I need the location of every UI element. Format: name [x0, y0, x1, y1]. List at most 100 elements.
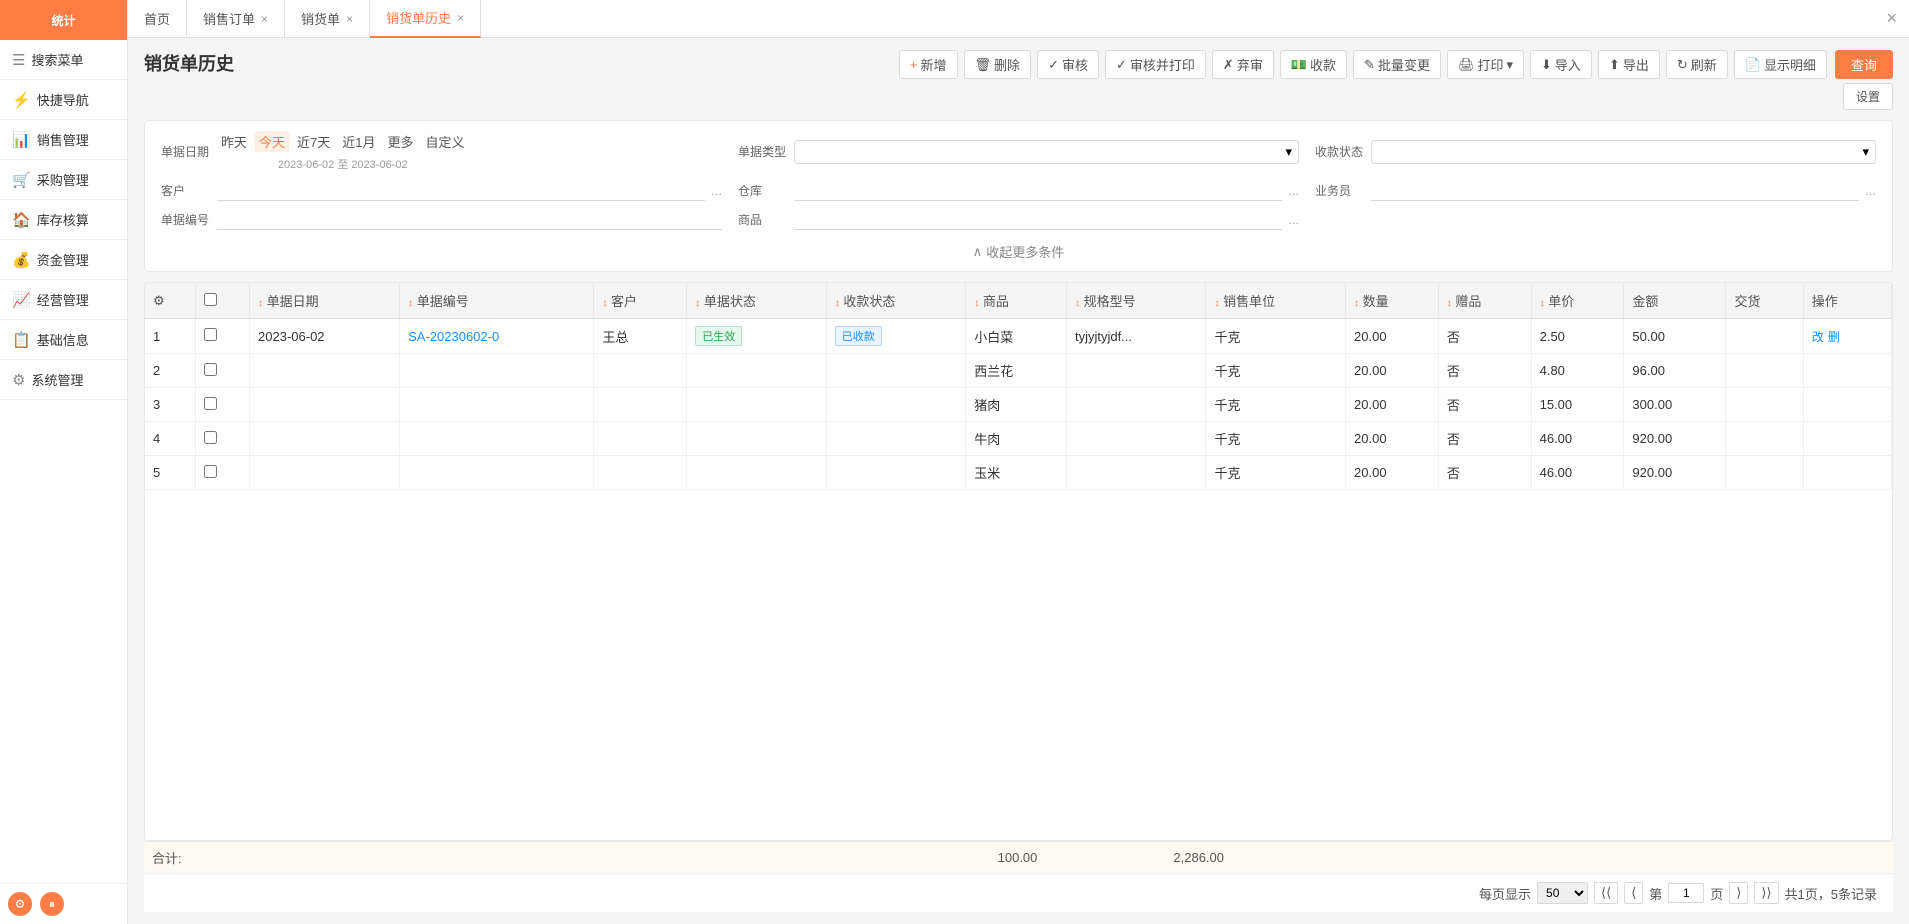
- row-qty: 20.00: [1346, 354, 1439, 388]
- review-print-button[interactable]: ✓ 审核并打印: [1105, 50, 1206, 79]
- sidebar-item-operations[interactable]: 📈 经营管理: [0, 280, 127, 320]
- col-settings[interactable]: ⚙: [145, 283, 196, 319]
- filter-order-no: 单据编号: [161, 209, 722, 230]
- date-tab-custom[interactable]: 自定义: [422, 131, 469, 152]
- col-goods[interactable]: ↕ 商品: [966, 283, 1067, 319]
- row-order-no[interactable]: SA-20230602-0: [400, 319, 594, 354]
- select-all-checkbox[interactable]: [204, 293, 217, 306]
- row-check[interactable]: [196, 319, 250, 354]
- col-spec[interactable]: ↕ 规格型号: [1066, 283, 1206, 319]
- date-tab-last7[interactable]: 近7天: [293, 131, 334, 152]
- warehouse-label: 仓库: [738, 182, 788, 199]
- col-customer[interactable]: ↕ 客户: [594, 283, 687, 319]
- row-checkbox[interactable]: [204, 465, 217, 478]
- type-select[interactable]: ▾: [794, 140, 1299, 164]
- page-number-input[interactable]: [1668, 883, 1704, 903]
- tab-home[interactable]: 首页: [128, 0, 187, 38]
- staff-dots[interactable]: ...: [1865, 183, 1876, 198]
- col-gift[interactable]: ↕ 赠品: [1438, 283, 1531, 319]
- sidebar-item-purchase-mgmt[interactable]: 🛒 采购管理: [0, 160, 127, 200]
- delete-row-button[interactable]: 删: [1828, 330, 1840, 344]
- date-tab-today[interactable]: 今天: [255, 131, 289, 152]
- goods-dots[interactable]: ...: [1288, 212, 1299, 227]
- row-check[interactable]: [196, 456, 250, 490]
- col-order-no[interactable]: ↕ 单据编号: [400, 283, 594, 319]
- tab-sales-order-close[interactable]: ×: [261, 12, 268, 26]
- warehouse-input[interactable]: [794, 180, 1282, 201]
- sidebar-item-sys-mgmt[interactable]: ⚙ 系统管理: [0, 360, 127, 400]
- customer-dots[interactable]: ...: [711, 183, 722, 198]
- sidebar-item-basic-info[interactable]: 📋 基础信息: [0, 320, 127, 360]
- date-tab-yesterday[interactable]: 昨天: [217, 131, 251, 152]
- settings-button[interactable]: 设置: [1843, 83, 1893, 110]
- row-check[interactable]: [196, 422, 250, 456]
- sidebar-pause-icon[interactable]: ⏸: [40, 892, 64, 916]
- pay-status-select[interactable]: ▾: [1371, 140, 1876, 164]
- col-unit[interactable]: ↕ 销售单位: [1206, 283, 1346, 319]
- date-tab-last1m[interactable]: 近1月: [338, 131, 379, 152]
- show-detail-button[interactable]: 📄 显示明细: [1734, 50, 1827, 79]
- first-page-button[interactable]: ⟨⟨: [1594, 882, 1618, 904]
- row-check[interactable]: [196, 388, 250, 422]
- order-no-link[interactable]: SA-20230602-0: [408, 329, 499, 344]
- row-checkbox[interactable]: [204, 431, 217, 444]
- row-action: [1803, 354, 1891, 388]
- row-checkbox[interactable]: [204, 397, 217, 410]
- sidebar-item-search-menu[interactable]: ☰ 搜索菜单: [0, 40, 127, 80]
- print-button[interactable]: 🖨 打印 ▾: [1447, 50, 1524, 79]
- row-trade: [1726, 319, 1803, 354]
- collect-button[interactable]: 💵 收款: [1280, 50, 1347, 79]
- batch-change-button[interactable]: ✎ 批量变更: [1353, 50, 1441, 79]
- edit-button[interactable]: 改: [1812, 330, 1824, 344]
- review-button[interactable]: ✓ 审核: [1037, 50, 1099, 79]
- col-pay-status[interactable]: ↕ 收款状态: [826, 283, 966, 319]
- sort-order-no-icon: ↕: [408, 298, 413, 309]
- import-icon: ⬇: [1541, 57, 1552, 73]
- new-button[interactable]: + 新增: [899, 50, 958, 79]
- row-num: 1: [145, 319, 196, 354]
- row-check[interactable]: [196, 354, 250, 388]
- next-page-button[interactable]: ⟩: [1729, 882, 1748, 904]
- col-date[interactable]: ↕ 单据日期: [250, 283, 400, 319]
- col-price[interactable]: ↕ 单价: [1531, 283, 1624, 319]
- sidebar-item-finance[interactable]: 💰 资金管理: [0, 240, 127, 280]
- export-button[interactable]: ⬆ 导出: [1598, 50, 1660, 79]
- import-button[interactable]: ⬇ 导入: [1530, 50, 1592, 79]
- abandon-button[interactable]: ✗ 弃审: [1212, 50, 1274, 79]
- collapse-row[interactable]: ∧ 收起更多条件: [161, 238, 1876, 261]
- tab-sales-goods-close[interactable]: ×: [346, 12, 353, 26]
- col-order-status[interactable]: ↕ 单据状态: [687, 283, 827, 319]
- filter-date: 单据日期 昨天 今天 近7天 近1月 更多 自定义 2023-06-02 至 2…: [161, 131, 722, 172]
- sidebar-settings-icon[interactable]: ⚙: [8, 892, 32, 916]
- row-goods: 玉米: [966, 456, 1067, 490]
- tab-sales-goods[interactable]: 销货单 ×: [285, 0, 370, 38]
- row-checkbox[interactable]: [204, 328, 217, 341]
- sort-gift-icon: ↕: [1447, 298, 1452, 309]
- prev-page-button[interactable]: ⟨: [1624, 882, 1643, 904]
- query-button[interactable]: 查询: [1835, 50, 1893, 79]
- tab-sales-history[interactable]: 销货单历史 ×: [370, 0, 481, 38]
- goods-input[interactable]: [794, 209, 1282, 230]
- date-tab-more[interactable]: 更多: [384, 131, 418, 152]
- staff-input[interactable]: [1371, 180, 1859, 201]
- nav-close-all[interactable]: ×: [1874, 8, 1909, 29]
- per-page-select[interactable]: 20 50 100: [1537, 882, 1588, 904]
- sidebar-item-inventory[interactable]: 🏠 库存核算: [0, 200, 127, 240]
- sidebar-item-quick-nav[interactable]: ⚡ 快捷导航: [0, 80, 127, 120]
- delete-button[interactable]: 🗑 删除: [964, 50, 1032, 79]
- refresh-button[interactable]: ↻ 刷新: [1666, 50, 1728, 79]
- order-no-input[interactable]: [217, 209, 722, 230]
- summary-label: 合计:: [152, 848, 182, 867]
- row-price: 15.00: [1531, 388, 1624, 422]
- filter-area: 单据日期 昨天 今天 近7天 近1月 更多 自定义 2023-06-02 至 2…: [144, 120, 1893, 272]
- tab-sales-order[interactable]: 销售订单 ×: [187, 0, 285, 38]
- warehouse-dots[interactable]: ...: [1288, 183, 1299, 198]
- customer-input[interactable]: [217, 180, 705, 201]
- tab-sales-history-close[interactable]: ×: [457, 11, 464, 25]
- row-order-no: [400, 456, 594, 490]
- last-page-button[interactable]: ⟩⟩: [1754, 882, 1778, 904]
- row-checkbox[interactable]: [204, 363, 217, 376]
- sidebar-item-sales-mgmt[interactable]: 📊 销售管理: [0, 120, 127, 160]
- row-amount: 300.00: [1624, 388, 1726, 422]
- col-qty[interactable]: ↕ 数量: [1346, 283, 1439, 319]
